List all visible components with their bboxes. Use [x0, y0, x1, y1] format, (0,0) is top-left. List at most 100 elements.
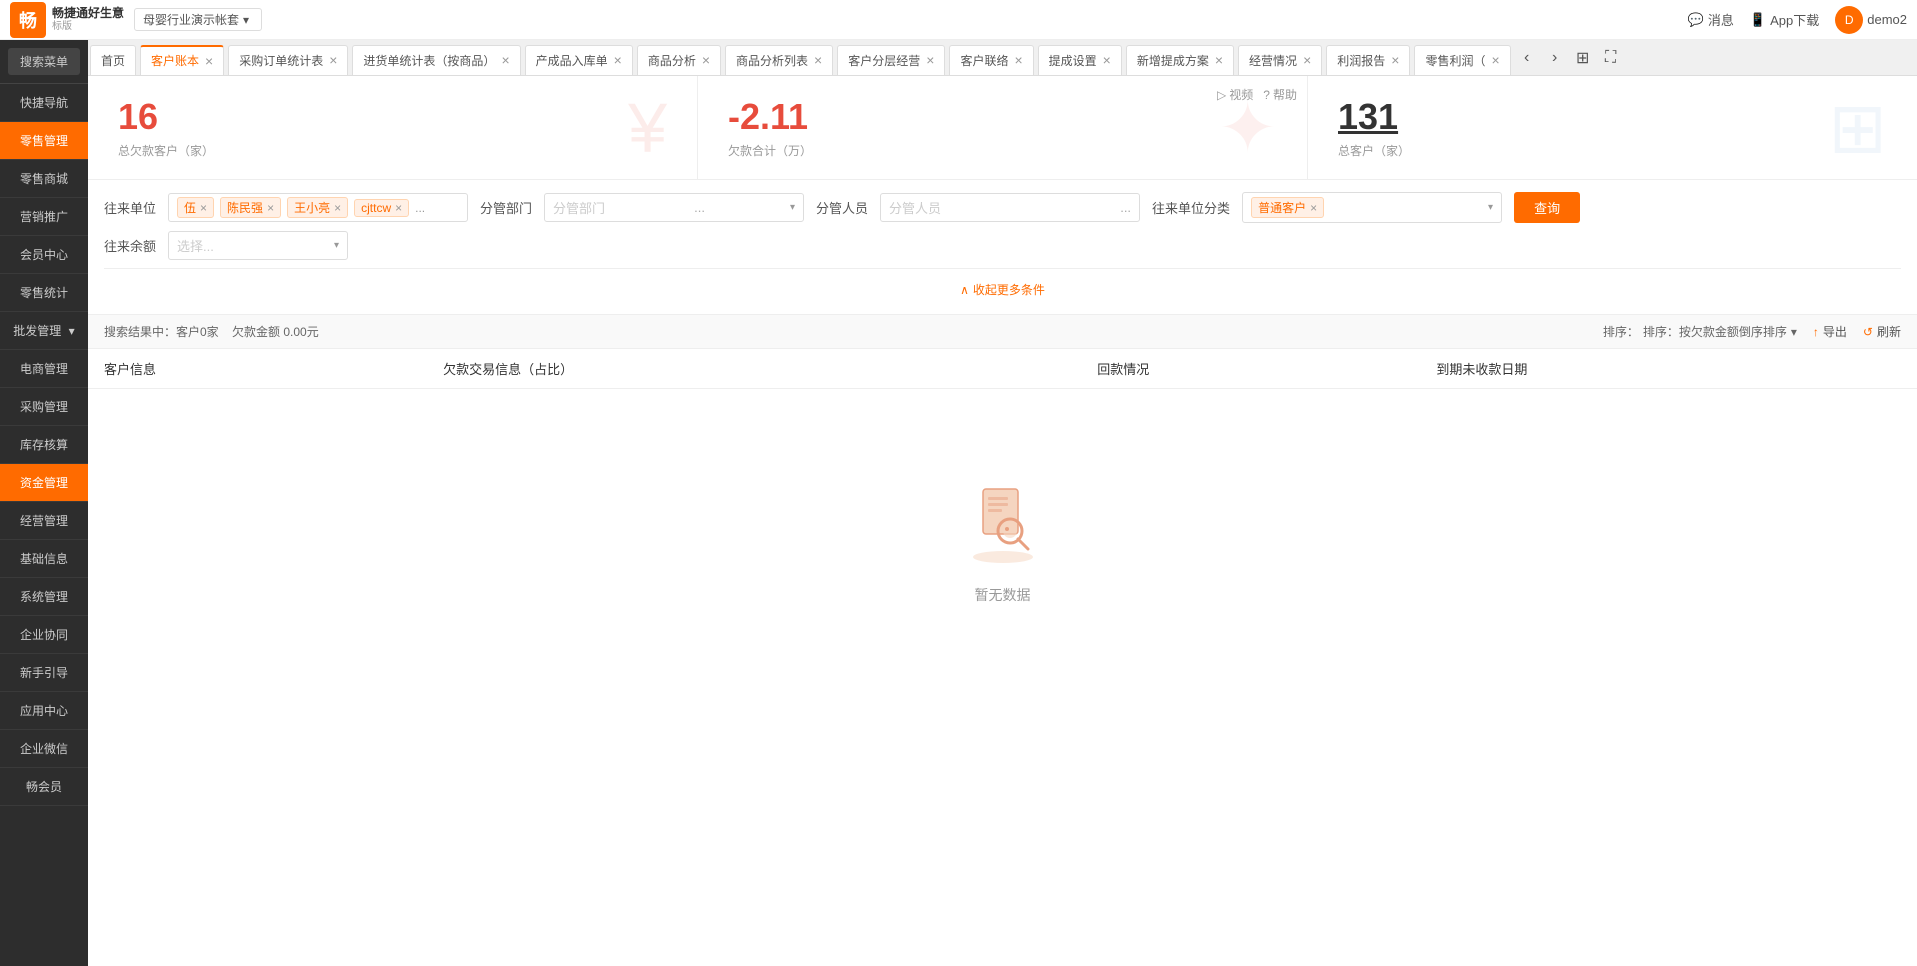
- tab-close-product-analysis[interactable]: ×: [702, 52, 710, 68]
- message-btn[interactable]: 💬 消息: [1688, 10, 1734, 29]
- tab-close-new-achievement[interactable]: ×: [1215, 52, 1223, 68]
- tab-close-operation-status[interactable]: ×: [1303, 52, 1311, 68]
- tab-close-product-analysis-list[interactable]: ×: [814, 52, 822, 68]
- filter-row-1: 往来单位 伍 × 陈民强 × 王小亮: [104, 192, 1901, 223]
- sidebar-item-wholesale[interactable]: 批发管理 ▾: [0, 312, 88, 350]
- tag-cjttcw[interactable]: cjttcw ×: [354, 199, 409, 217]
- person-more-icon[interactable]: ...: [1120, 200, 1131, 215]
- stat-block-overdue-amount: ✦ -2.11 欠款合计（万） ▷ 视频 ?: [698, 76, 1308, 179]
- sidebar-item-member[interactable]: 会员中心: [0, 236, 88, 274]
- app-download-btn[interactable]: 📱 App下载: [1750, 10, 1819, 29]
- tab-close-purchase-stat[interactable]: ×: [501, 52, 509, 68]
- tab-close-accounts[interactable]: ×: [205, 53, 213, 69]
- sidebar-item-label: 经营管理: [20, 514, 68, 528]
- sidebar-item-retail-mgmt[interactable]: 零售管理: [0, 122, 88, 160]
- tab-accounts[interactable]: 客户账本 ×: [140, 45, 224, 75]
- sidebar-item-quick-nav[interactable]: 快捷导航: [0, 84, 88, 122]
- sidebar-search[interactable]: 搜索菜单: [0, 40, 88, 84]
- sidebar-item-enterprise[interactable]: 企业协同: [0, 616, 88, 654]
- tab-purchase-stat[interactable]: 进货单统计表（按商品） ×: [352, 45, 520, 75]
- tag-wu[interactable]: 伍 ×: [177, 197, 214, 218]
- search-button[interactable]: 查询: [1514, 192, 1580, 223]
- tab-product-inbound[interactable]: 产成品入库单 ×: [525, 45, 633, 75]
- export-label: 导出: [1823, 323, 1847, 340]
- sidebar-item-finance[interactable]: 资金管理: [0, 464, 88, 502]
- tab-product-analysis[interactable]: 商品分析 ×: [637, 45, 721, 75]
- tab-customer-segment[interactable]: 客户分层经营 ×: [837, 45, 945, 75]
- refresh-btn[interactable]: ↺ 刷新: [1863, 323, 1901, 340]
- tag-wang[interactable]: 王小亮 ×: [287, 197, 348, 218]
- tab-fullscreen-btn[interactable]: ⛶: [1599, 46, 1623, 70]
- tag-close-wang[interactable]: ×: [334, 201, 341, 215]
- export-btn[interactable]: ↑ 导出: [1813, 323, 1847, 340]
- unit-tags-input[interactable]: 伍 × 陈民强 × 王小亮 ×: [168, 193, 468, 222]
- tab-label: 客户分层经营: [848, 52, 920, 69]
- tab-scroll-left[interactable]: ‹: [1515, 46, 1539, 70]
- tab-new-achievement[interactable]: 新增提成方案 ×: [1126, 45, 1234, 75]
- tab-label: 首页: [101, 52, 125, 69]
- sidebar-item-ecommerce[interactable]: 电商管理: [0, 350, 88, 388]
- sidebar-item-purchase[interactable]: 采购管理: [0, 388, 88, 426]
- stat-block-overdue-customers: ¥ 16 总欠款客户（家）: [88, 76, 698, 179]
- dept-select[interactable]: 分管部门 ... ▾: [544, 193, 804, 222]
- tag-close-common[interactable]: ×: [1310, 201, 1317, 215]
- sidebar-item-retail-stat[interactable]: 零售统计: [0, 274, 88, 312]
- person-select[interactable]: 分管人员 ...: [880, 193, 1140, 222]
- tab-close-commission-settings[interactable]: ×: [1103, 52, 1111, 68]
- tab-commission-settings[interactable]: 提成设置 ×: [1038, 45, 1122, 75]
- help-btn[interactable]: ? 帮助: [1263, 86, 1297, 103]
- sidebar-item-retail-store[interactable]: 零售商城: [0, 160, 88, 198]
- sidebar-item-wechat[interactable]: 企业微信: [0, 730, 88, 768]
- tag-close-cjttcw[interactable]: ×: [395, 201, 402, 215]
- tab-retail-profit[interactable]: 零售利润（ ×: [1414, 45, 1510, 75]
- sidebar-item-system[interactable]: 系统管理: [0, 578, 88, 616]
- tab-label: 利润报告: [1337, 52, 1385, 69]
- tab-close-profit-report[interactable]: ×: [1391, 52, 1399, 68]
- tab-customer-contact[interactable]: 客户联络 ×: [949, 45, 1033, 75]
- tab-close-retail-profit[interactable]: ×: [1491, 52, 1499, 68]
- tab-close-purchase-order[interactable]: ×: [329, 52, 337, 68]
- sidebar-item-marketing[interactable]: 营销推广: [0, 198, 88, 236]
- tab-scroll-right[interactable]: ›: [1543, 46, 1567, 70]
- account-selector[interactable]: 母婴行业演示帐套 ▾: [134, 8, 262, 31]
- search-menu-btn[interactable]: 搜索菜单: [8, 48, 80, 75]
- sidebar-item-member2[interactable]: 畅会员: [0, 768, 88, 806]
- tab-home[interactable]: 首页: [90, 45, 136, 75]
- sidebar-item-inventory[interactable]: 库存核算: [0, 426, 88, 464]
- tag-common-customer[interactable]: 普通客户 ×: [1251, 197, 1324, 218]
- tab-close-customer-contact[interactable]: ×: [1014, 52, 1022, 68]
- tab-operation-status[interactable]: 经营情况 ×: [1238, 45, 1322, 75]
- collapse-btn[interactable]: ∧ 收起更多条件: [948, 277, 1057, 302]
- tab-product-analysis-list[interactable]: 商品分析列表 ×: [725, 45, 833, 75]
- sidebar-item-new-guide[interactable]: 新手引导: [0, 654, 88, 692]
- tab-close-customer-segment[interactable]: ×: [926, 52, 934, 68]
- stat-icon-1: ¥: [628, 88, 667, 168]
- sidebar-item-basic-info[interactable]: 基础信息: [0, 540, 88, 578]
- stat-icon-3: ⊞: [1828, 87, 1887, 169]
- sidebar-item-app-center[interactable]: 应用中心: [0, 692, 88, 730]
- tab-close-product-inbound[interactable]: ×: [614, 52, 622, 68]
- video-btn[interactable]: ▷ 视频: [1217, 86, 1253, 103]
- logo-line2: 标版: [52, 21, 124, 33]
- dept-more-icon[interactable]: ...: [694, 200, 705, 215]
- tag-close-chen[interactable]: ×: [267, 201, 274, 215]
- chevron-up-icon: ∧: [960, 283, 969, 297]
- sort-select[interactable]: 排序： 排序：按欠款金额倒序排序 ▾: [1603, 323, 1797, 340]
- stats-row: ¥ 16 总欠款客户（家） ✦ -2.11: [88, 76, 1917, 180]
- tag-chen[interactable]: 陈民强 ×: [220, 197, 281, 218]
- collapse-row: ∧ 收起更多条件: [104, 268, 1901, 302]
- results-amount: 欠款金额 0.00元: [232, 325, 319, 339]
- balance-select[interactable]: 选择... ▾: [168, 231, 348, 260]
- sort-chevron: ▾: [1791, 325, 1797, 339]
- tag-more-btn[interactable]: ...: [415, 201, 425, 215]
- sidebar-item-operation[interactable]: 经营管理: [0, 502, 88, 540]
- unit-type-select[interactable]: 普通客户 × ▾: [1242, 192, 1502, 223]
- tag-close-wu[interactable]: ×: [200, 201, 207, 215]
- col-payment-status: 回款情况: [1081, 349, 1420, 389]
- tab-profit-report[interactable]: 利润报告 ×: [1326, 45, 1410, 75]
- user-avatar-btn[interactable]: D demo2: [1835, 6, 1907, 34]
- empty-icon: [953, 469, 1053, 569]
- account-name: 母婴行业演示帐套: [143, 11, 239, 28]
- tab-purchase-order[interactable]: 采购订单统计表 ×: [228, 45, 348, 75]
- tab-menu-btn[interactable]: ⊞: [1571, 46, 1595, 70]
